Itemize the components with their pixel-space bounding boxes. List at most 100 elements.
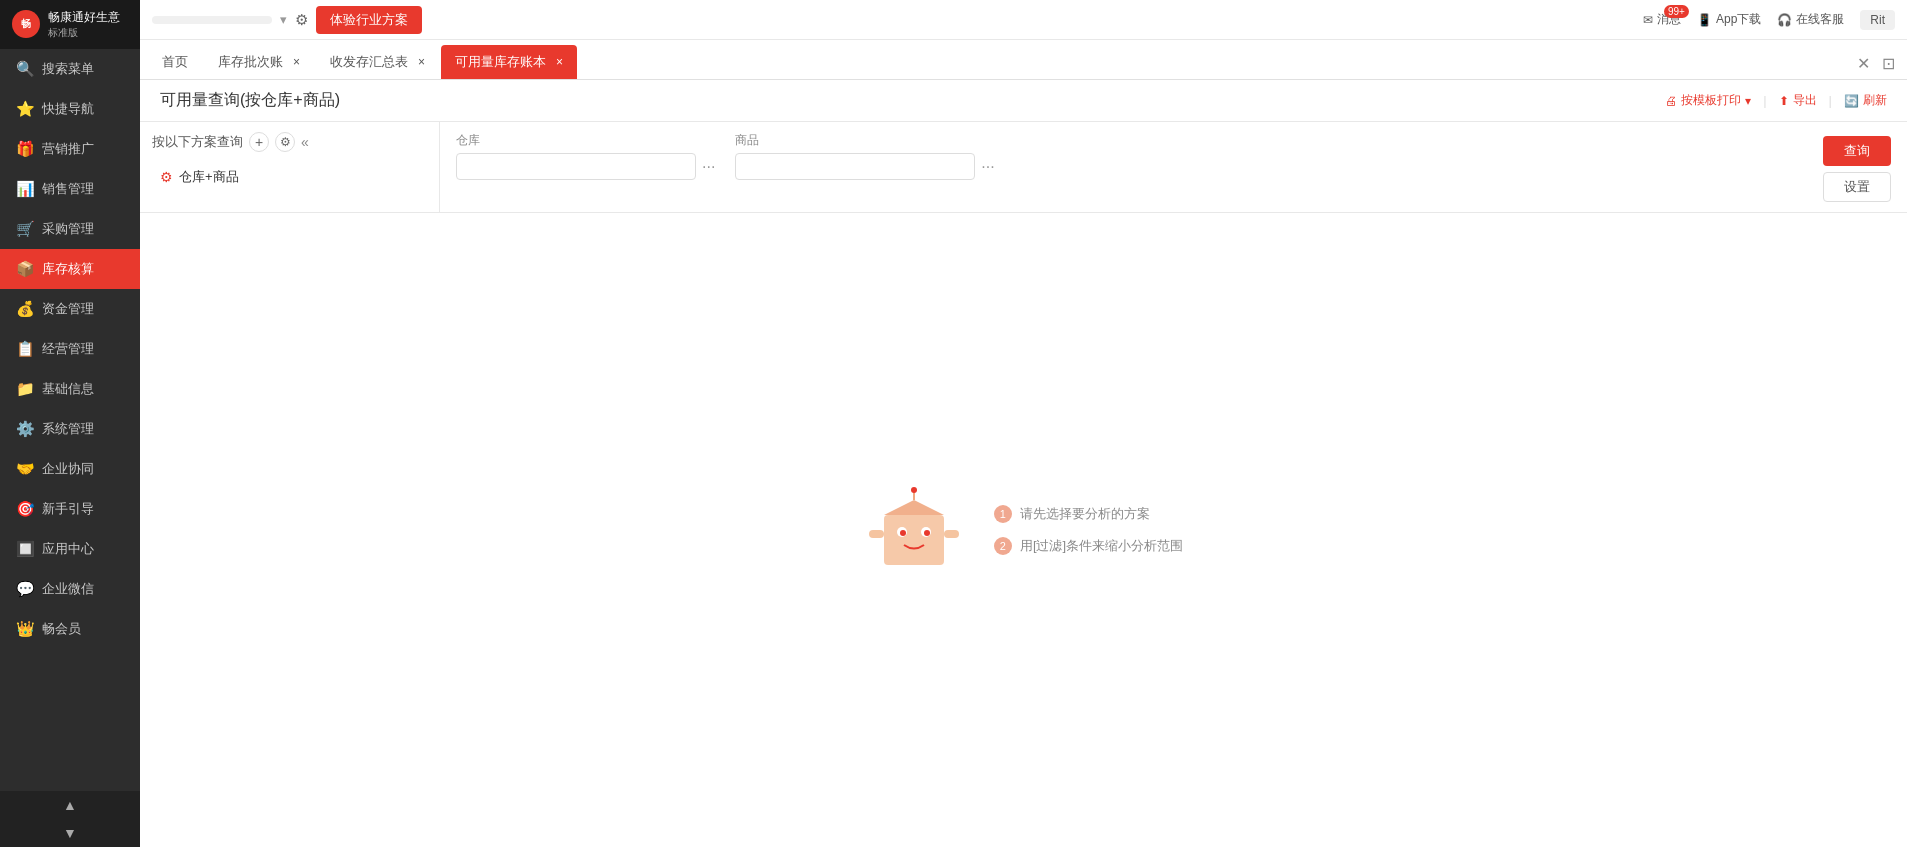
clipboard-icon: 📋	[16, 340, 34, 358]
tab-bar: 首页 库存批次账 × 收发存汇总表 × 可用量库存账本 × ✕ ⊡	[140, 40, 1907, 80]
scheme-icon: ⚙	[160, 169, 173, 185]
warehouse-filter-group: 仓库 ···	[456, 132, 715, 180]
refresh-icon: 🔄	[1844, 94, 1859, 108]
close-tab-batch-account[interactable]: ×	[293, 56, 300, 68]
sidebar-item-enterprise-wechat[interactable]: 💬 企业微信	[0, 569, 140, 609]
add-scheme-button[interactable]: +	[249, 132, 269, 152]
svg-rect-8	[869, 530, 884, 538]
scheme-panel: 按以下方案查询 + ⚙ « ⚙ 仓库+商品	[140, 122, 440, 212]
app-title: 畅康通好生意 标准版	[48, 10, 120, 39]
product-label: 商品	[735, 132, 994, 149]
collapse-scheme-button[interactable]: «	[301, 134, 309, 150]
message-button[interactable]: ✉ 消息 99+	[1643, 11, 1681, 28]
sidebar-item-inventory[interactable]: 📦 库存核算	[0, 249, 140, 289]
sidebar-item-marketing[interactable]: 🎁 营销推广	[0, 129, 140, 169]
sidebar-nav: 🔍 搜索菜单 ⭐ 快捷导航 🎁 营销推广 📊 销售管理 🛒 采购管理 📦 库存核…	[0, 49, 140, 791]
wechat-icon: 💬	[16, 580, 34, 598]
sidebar-header: 畅 畅康通好生意 标准版	[0, 0, 140, 49]
export-icon: ⬆	[1779, 94, 1789, 108]
close-window-icon[interactable]: ✕	[1853, 50, 1874, 77]
scheme-label: 按以下方案查询	[152, 133, 243, 151]
refresh-button[interactable]: 🔄 刷新	[1844, 92, 1887, 109]
print-button[interactable]: 🖨 按模板打印 ▾	[1665, 92, 1751, 109]
warehouse-label: 仓库	[456, 132, 715, 149]
product-input[interactable]	[735, 153, 975, 180]
sidebar-item-quick-nav[interactable]: ⭐ 快捷导航	[0, 89, 140, 129]
sidebar-item-search[interactable]: 🔍 搜索菜单	[0, 49, 140, 89]
tab-available-inventory[interactable]: 可用量库存账本 ×	[441, 45, 577, 79]
svg-rect-9	[944, 530, 959, 538]
app-download-button[interactable]: 📱 App下载	[1697, 11, 1761, 28]
dropdown-arrow-icon[interactable]: ▾	[280, 12, 287, 27]
scheme-settings-button[interactable]: ⚙	[275, 132, 295, 152]
chart-icon: 📊	[16, 180, 34, 198]
filter-panel: 按以下方案查询 + ⚙ « ⚙ 仓库+商品 仓库 ···	[140, 122, 1907, 213]
empty-step-1: 1 请先选择要分析的方案	[994, 505, 1183, 523]
topbar: ▾ ⚙ 体验行业方案 ✉ 消息 99+ 📱 App下载 🎧 在线客服 Rit	[140, 0, 1907, 40]
sidebar-item-basic-info[interactable]: 📁 基础信息	[0, 369, 140, 409]
scheme-warehouse-product[interactable]: ⚙ 仓库+商品	[152, 162, 427, 192]
product-filter-group: 商品 ···	[735, 132, 994, 180]
page-title: 可用量查询(按仓库+商品)	[160, 90, 340, 111]
empty-step-2: 2 用[过滤]条件来缩小分析范围	[994, 537, 1183, 555]
page-actions: 🖨 按模板打印 ▾ | ⬆ 导出 | 🔄 刷新	[1665, 92, 1887, 109]
page-header: 可用量查询(按仓库+商品) 🖨 按模板打印 ▾ | ⬆ 导出 | 🔄 刷新	[140, 80, 1907, 122]
svg-marker-1	[884, 500, 944, 515]
close-tab-receive-summary[interactable]: ×	[418, 56, 425, 68]
gift-icon: 🎁	[16, 140, 34, 158]
sidebar-item-finance[interactable]: 💰 资金管理	[0, 289, 140, 329]
main-area: ▾ ⚙ 体验行业方案 ✉ 消息 99+ 📱 App下载 🎧 在线客服 Rit	[140, 0, 1907, 847]
sidebar-item-vip[interactable]: 👑 畅会员	[0, 609, 140, 649]
filter-inputs: 仓库 ··· 商品 ··· 查询 设置	[440, 122, 1907, 212]
warehouse-more-button[interactable]: ···	[702, 158, 715, 176]
filter-settings-button[interactable]: 设置	[1823, 172, 1891, 202]
sidebar-item-new-guide[interactable]: 🎯 新手引导	[0, 489, 140, 529]
sidebar-item-enterprise-coop[interactable]: 🤝 企业协同	[0, 449, 140, 489]
apps-icon: 🔲	[16, 540, 34, 558]
maximize-window-icon[interactable]: ⊡	[1878, 50, 1899, 77]
tab-receive-summary[interactable]: 收发存汇总表 ×	[316, 45, 439, 79]
tab-batch-account[interactable]: 库存批次账 ×	[204, 45, 314, 79]
box-icon: 📦	[16, 260, 34, 278]
svg-point-5	[924, 530, 930, 536]
tabs-window-controls: ✕ ⊡	[1853, 50, 1899, 79]
close-tab-available-inventory[interactable]: ×	[556, 56, 563, 68]
svg-point-4	[900, 530, 906, 536]
cart-icon: 🛒	[16, 220, 34, 238]
topbar-search-display	[152, 16, 272, 24]
product-more-button[interactable]: ···	[981, 158, 994, 176]
target-icon: 🎯	[16, 500, 34, 518]
message-badge: 99+	[1664, 5, 1689, 18]
sidebar-item-operation[interactable]: 📋 经营管理	[0, 329, 140, 369]
query-button[interactable]: 查询	[1823, 136, 1891, 166]
phone-icon: 📱	[1697, 13, 1712, 27]
online-service-button[interactable]: 🎧 在线客服	[1777, 11, 1844, 28]
user-menu[interactable]: Rit	[1860, 10, 1895, 30]
empty-illustration	[864, 480, 964, 580]
print-icon: 🖨	[1665, 94, 1677, 108]
sidebar-item-purchase[interactable]: 🛒 采购管理	[0, 209, 140, 249]
warehouse-input[interactable]	[456, 153, 696, 180]
message-icon: ✉	[1643, 13, 1653, 27]
app-logo: 畅	[12, 10, 40, 38]
try-industry-button[interactable]: 体验行业方案	[316, 6, 422, 34]
filter-actions: 查询 设置	[1823, 132, 1891, 202]
scheme-header: 按以下方案查询 + ⚙ «	[152, 132, 427, 152]
sidebar-item-app-center[interactable]: 🔲 应用中心	[0, 529, 140, 569]
settings-icon[interactable]: ⚙	[295, 11, 308, 29]
money-icon: 💰	[16, 300, 34, 318]
export-button[interactable]: ⬆ 导出	[1779, 92, 1817, 109]
empty-state: 1 请先选择要分析的方案 2 用[过滤]条件来缩小分析范围	[140, 213, 1907, 847]
sidebar-scroll-up[interactable]: ▲	[0, 791, 140, 819]
empty-text: 1 请先选择要分析的方案 2 用[过滤]条件来缩小分析范围	[994, 505, 1183, 555]
sidebar: 畅 畅康通好生意 标准版 🔍 搜索菜单 ⭐ 快捷导航 🎁 营销推广 📊 销售管理…	[0, 0, 140, 847]
gear-icon: ⚙️	[16, 420, 34, 438]
sidebar-item-system[interactable]: ⚙️ 系统管理	[0, 409, 140, 449]
crown-icon: 👑	[16, 620, 34, 638]
sidebar-item-sales[interactable]: 📊 销售管理	[0, 169, 140, 209]
svg-point-7	[911, 487, 917, 493]
sidebar-scroll-down[interactable]: ▼	[0, 819, 140, 847]
tab-home[interactable]: 首页	[148, 45, 202, 79]
content-area: 可用量查询(按仓库+商品) 🖨 按模板打印 ▾ | ⬆ 导出 | 🔄 刷新	[140, 80, 1907, 847]
svg-rect-0	[884, 515, 944, 565]
